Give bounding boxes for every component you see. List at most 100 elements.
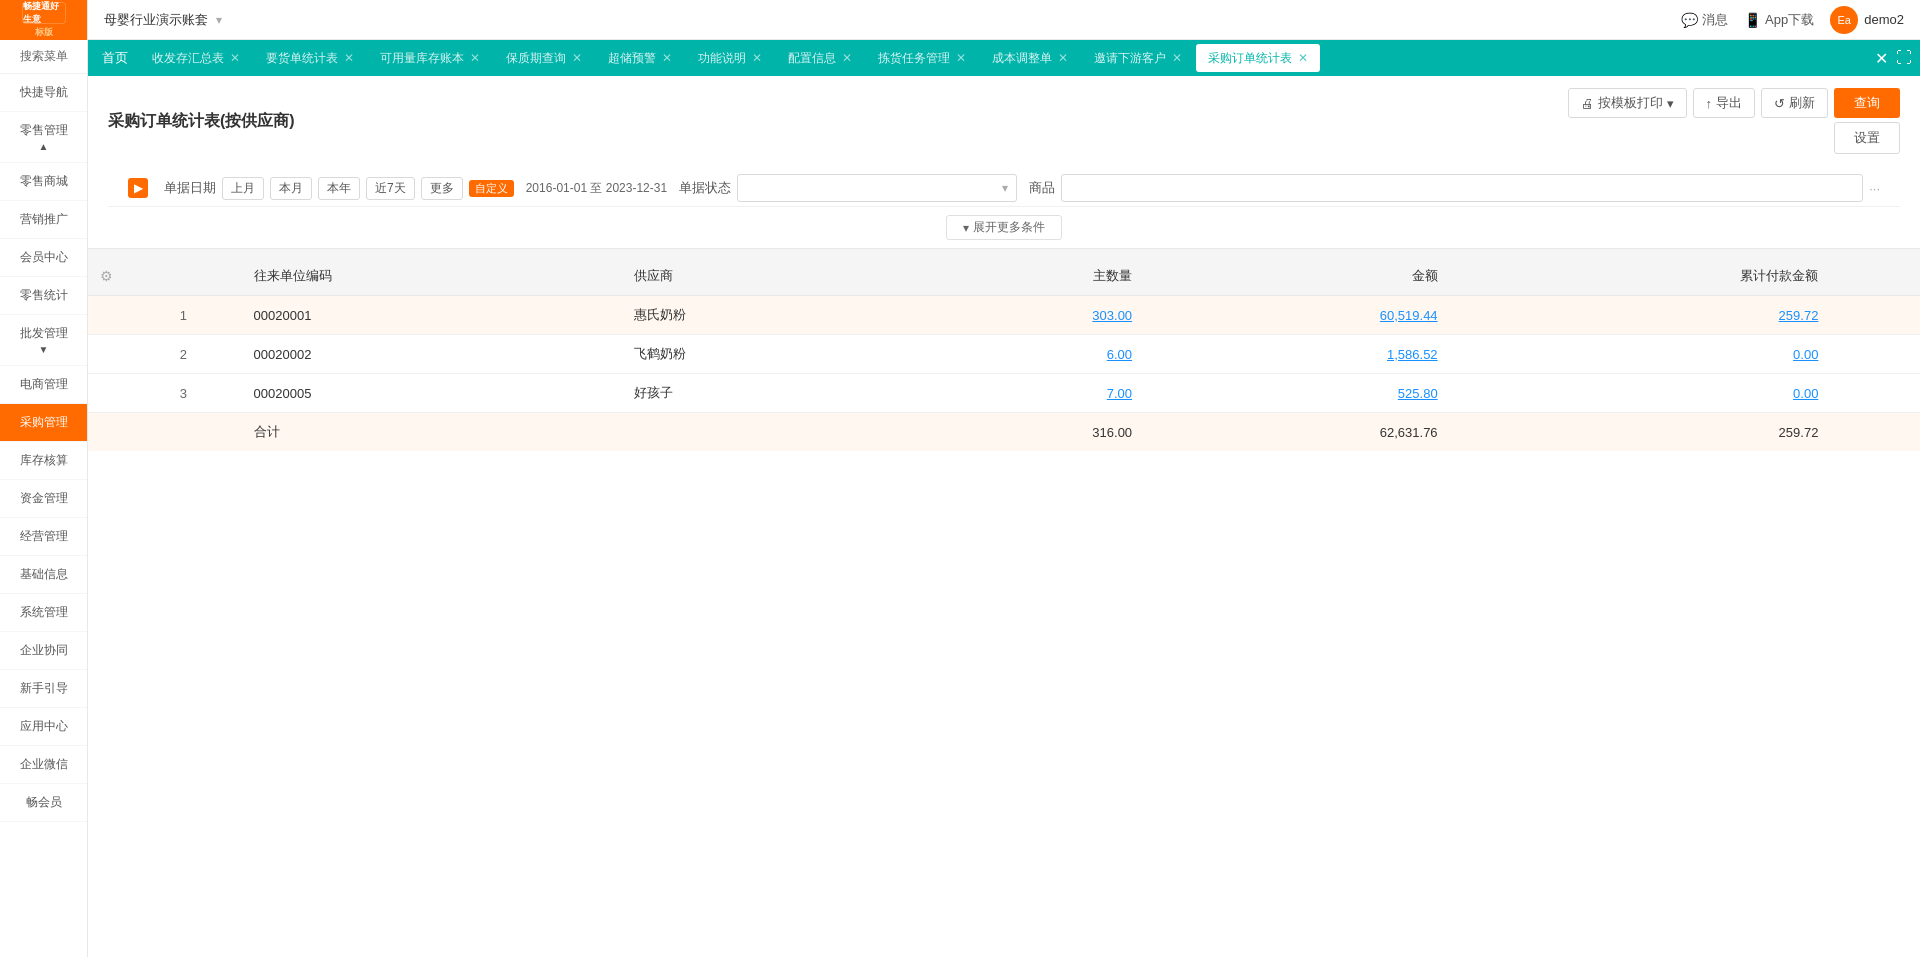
sidebar-search[interactable]: 搜索菜单 bbox=[0, 40, 87, 74]
date-btn-more[interactable]: 更多 bbox=[421, 177, 463, 200]
data-table-container: ⚙ 往来单位编码 供应商 主数量 金额 累计付款金额 1 bbox=[88, 257, 1920, 957]
sidebar-item-member[interactable]: 会员中心 bbox=[0, 239, 87, 277]
status-label: 单据状态 bbox=[679, 179, 731, 197]
data-table: ⚙ 往来单位编码 供应商 主数量 金额 累计付款金额 1 bbox=[88, 257, 1920, 451]
sidebar-item-inventory[interactable]: 库存核算 bbox=[0, 442, 87, 480]
print-button[interactable]: 🖨 按模板打印 ▾ bbox=[1568, 88, 1687, 118]
search-menu-label[interactable]: 搜索菜单 bbox=[6, 48, 81, 65]
message-button[interactable]: 💬 消息 bbox=[1681, 11, 1728, 29]
row3-gear bbox=[88, 374, 125, 413]
tab-collect-close[interactable]: ✕ bbox=[230, 51, 240, 65]
row1-paid[interactable]: 259.72 bbox=[1450, 296, 1831, 335]
tab-overstock[interactable]: 超储预警 ✕ bbox=[596, 44, 684, 72]
tab-overstock-close[interactable]: ✕ bbox=[662, 51, 672, 65]
footer-gear bbox=[88, 413, 125, 452]
refresh-button[interactable]: ↺ 刷新 bbox=[1761, 88, 1828, 118]
row3-amount[interactable]: 525.80 bbox=[1144, 374, 1450, 413]
custom-tag: 自定义 bbox=[469, 180, 514, 197]
row3-paid[interactable]: 0.00 bbox=[1450, 374, 1831, 413]
settings-button[interactable]: 设置 bbox=[1834, 122, 1900, 154]
sidebar-item-quick-nav[interactable]: 快捷导航 bbox=[0, 74, 87, 112]
app-logo: 畅捷通好生意 标版 bbox=[0, 0, 87, 40]
tab-expiry-label: 保质期查询 bbox=[506, 50, 566, 67]
app-label: App下载 bbox=[1765, 11, 1814, 29]
tab-goods-stat-close[interactable]: ✕ bbox=[344, 51, 354, 65]
row1-qty[interactable]: 303.00 bbox=[906, 296, 1144, 335]
sidebar-item-ops[interactable]: 经营管理 bbox=[0, 518, 87, 556]
tab-stock-book-label: 可用量库存账本 bbox=[380, 50, 464, 67]
user-area[interactable]: Ea demo2 bbox=[1830, 6, 1904, 34]
tab-cost-adj[interactable]: 成本调整单 ✕ bbox=[980, 44, 1080, 72]
tab-pick-task-label: 拣货任务管理 bbox=[878, 50, 950, 67]
sidebar-item-retail-mall[interactable]: 零售商城 bbox=[0, 163, 87, 201]
tab-cost-adj-close[interactable]: ✕ bbox=[1058, 51, 1068, 65]
tab-pick-task-close[interactable]: ✕ bbox=[956, 51, 966, 65]
row2-supplier: 飞鹤奶粉 bbox=[622, 335, 906, 374]
row1-extra bbox=[1830, 296, 1920, 335]
tab-invite[interactable]: 邀请下游客户 ✕ bbox=[1082, 44, 1194, 72]
sidebar-item-enterprise[interactable]: 企业协同 bbox=[0, 632, 87, 670]
export-button[interactable]: ↑ 导出 bbox=[1693, 88, 1756, 118]
row2-qty[interactable]: 6.00 bbox=[906, 335, 1144, 374]
tab-invite-close[interactable]: ✕ bbox=[1172, 51, 1182, 65]
tab-stock-book[interactable]: 可用量库存账本 ✕ bbox=[368, 44, 492, 72]
tab-bar: 首页 收发存汇总表 ✕ 要货单统计表 ✕ 可用量库存账本 ✕ 保质期查询 ✕ 超… bbox=[88, 40, 1920, 76]
sidebar-item-purchase[interactable]: 采购管理 bbox=[0, 404, 87, 442]
goods-more-icon[interactable]: ··· bbox=[1869, 181, 1880, 196]
col-num-header bbox=[125, 257, 242, 296]
date-btn-this-year[interactable]: 本年 bbox=[318, 177, 360, 200]
date-btn-7days[interactable]: 近7天 bbox=[366, 177, 415, 200]
top-bar: 母婴行业演示账套 ▾ 💬 消息 📱 App下载 Ea demo2 bbox=[88, 0, 1920, 40]
sidebar-item-finance[interactable]: 资金管理 bbox=[0, 480, 87, 518]
expand-filters-button[interactable]: ▾ 展开更多条件 bbox=[946, 215, 1062, 240]
footer-label: 合计 bbox=[242, 413, 906, 452]
tab-home[interactable]: 首页 bbox=[92, 49, 138, 67]
username[interactable]: demo2 bbox=[1864, 12, 1904, 27]
date-btn-last-month[interactable]: 上月 bbox=[222, 177, 264, 200]
sidebar-item-retail-stat[interactable]: 零售统计 bbox=[0, 277, 87, 315]
row2-amount[interactable]: 1,586.52 bbox=[1144, 335, 1450, 374]
app-download-button[interactable]: 📱 App下载 bbox=[1744, 11, 1814, 29]
tab-stock-book-close[interactable]: ✕ bbox=[470, 51, 480, 65]
query-button[interactable]: 查询 bbox=[1834, 88, 1900, 118]
row3-qty[interactable]: 7.00 bbox=[906, 374, 1144, 413]
row1-amount[interactable]: 60,519.44 bbox=[1144, 296, 1450, 335]
filter-goods: 商品 ··· bbox=[1029, 174, 1880, 202]
sidebar-item-ecom[interactable]: 电商管理 bbox=[0, 366, 87, 404]
tab-collect-label: 收发存汇总表 bbox=[152, 50, 224, 67]
table-gear-icon[interactable]: ⚙ bbox=[100, 268, 113, 284]
tab-goods-stat[interactable]: 要货单统计表 ✕ bbox=[254, 44, 366, 72]
status-select[interactable]: ▾ bbox=[737, 174, 1017, 202]
tab-config[interactable]: 配置信息 ✕ bbox=[776, 44, 864, 72]
goods-input[interactable] bbox=[1061, 174, 1863, 202]
tab-config-label: 配置信息 bbox=[788, 50, 836, 67]
col-qty-header: 主数量 bbox=[906, 257, 1144, 296]
tab-help[interactable]: 功能说明 ✕ bbox=[686, 44, 774, 72]
tab-expand-button[interactable]: ⛶ bbox=[1896, 49, 1912, 67]
logo-sub: 标版 bbox=[35, 26, 53, 39]
sidebar-item-wechat[interactable]: 企业微信 bbox=[0, 746, 87, 784]
tab-expiry-close[interactable]: ✕ bbox=[572, 51, 582, 65]
row1-gear bbox=[88, 296, 125, 335]
sidebar-item-marketing[interactable]: 营销推广 bbox=[0, 201, 87, 239]
row2-paid[interactable]: 0.00 bbox=[1450, 335, 1831, 374]
tab-close-all-button[interactable]: ✕ bbox=[1875, 49, 1888, 68]
tab-collect[interactable]: 收发存汇总表 ✕ bbox=[140, 44, 252, 72]
tab-purchase-stat[interactable]: 采购订单统计表 ✕ bbox=[1196, 44, 1320, 72]
sidebar-item-basic[interactable]: 基础信息 bbox=[0, 556, 87, 594]
filter-toggle-button[interactable]: ▶ bbox=[128, 178, 148, 198]
tab-help-close[interactable]: ✕ bbox=[752, 51, 762, 65]
date-btn-this-month[interactable]: 本月 bbox=[270, 177, 312, 200]
account-dropdown[interactable]: 母婴行业演示账套 bbox=[104, 11, 208, 29]
sidebar-item-retail[interactable]: 零售管理 ▲ bbox=[0, 112, 87, 163]
sidebar-item-new-guide[interactable]: 新手引导 bbox=[0, 670, 87, 708]
tab-expiry[interactable]: 保质期查询 ✕ bbox=[494, 44, 594, 72]
sidebar-item-wholesale[interactable]: 批发管理 ▼ bbox=[0, 315, 87, 366]
sidebar-item-system[interactable]: 系统管理 bbox=[0, 594, 87, 632]
tab-pick-task[interactable]: 拣货任务管理 ✕ bbox=[866, 44, 978, 72]
sidebar-item-vip[interactable]: 畅会员 bbox=[0, 784, 87, 822]
tab-config-close[interactable]: ✕ bbox=[842, 51, 852, 65]
col-code-header: 往来单位编码 bbox=[242, 257, 623, 296]
tab-purchase-stat-close[interactable]: ✕ bbox=[1298, 51, 1308, 65]
sidebar-item-app-center[interactable]: 应用中心 bbox=[0, 708, 87, 746]
